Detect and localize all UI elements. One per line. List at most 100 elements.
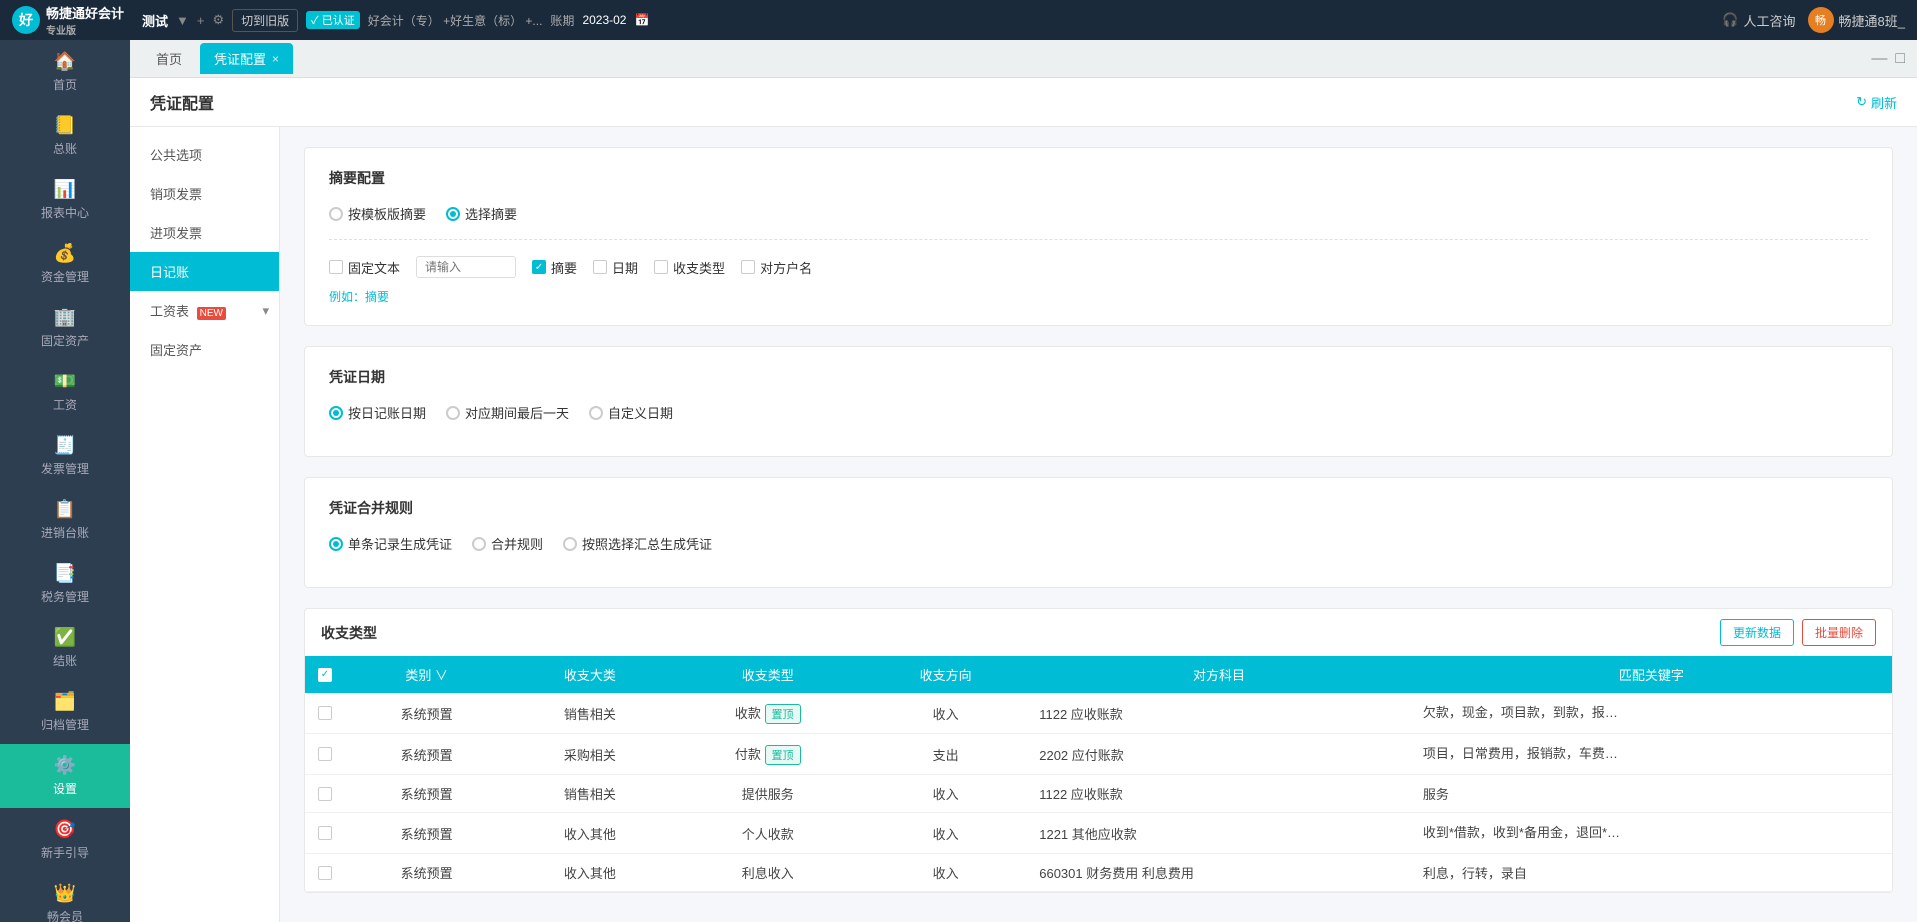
tab-close-icon[interactable]: × [272, 52, 279, 66]
row-keywords: 欠款，现金，项目款，到款，报销款，汇入，... [1411, 693, 1892, 734]
radio-circle-merge [472, 537, 486, 551]
row-checkbox[interactable] [305, 854, 345, 892]
topbar-right: 🎧 人工咨询 畅 畅捷通8班_ [1722, 7, 1905, 33]
sidebar-item-salary[interactable]: 💵 工资 [0, 360, 130, 424]
config-layout: 公共选项 销项发票 进项发票 日记账 工资表 NEW ▾ 固定资产 摘要配置 [130, 127, 1917, 922]
refresh-button[interactable]: ↻ 刷新 [1856, 93, 1897, 124]
sidebar-item-finance[interactable]: 💰 资金管理 [0, 232, 130, 296]
sidebar-item-guide[interactable]: 🎯 新手引导 [0, 808, 130, 872]
summary-checkbox-row: 固定文本 ✓ 摘要 日期 收支类型 [329, 256, 1868, 278]
tab-voucher-config[interactable]: 凭证配置 × [200, 43, 293, 74]
radio-aggregate[interactable]: 按照选择汇总生成凭证 [563, 534, 712, 553]
row-checkbox[interactable] [305, 693, 345, 734]
maximize-button[interactable]: □ [1895, 50, 1905, 68]
headset-icon: 🎧 [1722, 12, 1738, 28]
checkbox-counterparty[interactable]: 对方户名 [741, 258, 812, 277]
radio-merge-rule[interactable]: 合并规则 [472, 534, 543, 553]
checkbox-box-summary: ✓ [532, 260, 546, 274]
row-direction: 收入 [864, 693, 1027, 734]
sidebar-item-home[interactable]: 🏠 首页 [0, 40, 130, 104]
left-nav: 公共选项 销项发票 进项发票 日记账 工资表 NEW ▾ 固定资产 [130, 127, 280, 922]
nav-item-journal[interactable]: 日记账 [130, 252, 279, 291]
table-row: 系统预置 销售相关 收款 置顶 收入 1122 应收账款 欠款，现金，项目款，到… [305, 693, 1892, 734]
row-direction: 收入 [864, 775, 1027, 813]
period-value: 2023-02 [582, 13, 626, 27]
logo-icon: 好 [12, 6, 40, 34]
radio-circle-template [329, 207, 343, 221]
sidebar-item-vip[interactable]: 👑 畅会员 [0, 872, 130, 922]
invoice-icon: 🧾 [54, 435, 76, 456]
radio-custom-date[interactable]: 自定义日期 [589, 403, 673, 422]
merge-radio-group: 单条记录生成凭证 合并规则 按照选择汇总生成凭证 [329, 534, 1868, 553]
sidebar-label-purchase: 进销台账 [41, 524, 89, 541]
row-checkbox[interactable] [305, 775, 345, 813]
sidebar-item-reports[interactable]: 📊 报表中心 [0, 168, 130, 232]
checkbox-box-counterparty [741, 260, 755, 274]
tab-home[interactable]: 首页 [142, 43, 196, 74]
radio-journal-date[interactable]: 按日记账日期 [329, 403, 426, 422]
radio-circle-journal-date [329, 406, 343, 420]
user-menu[interactable]: 畅 畅捷通8班_ [1808, 7, 1905, 33]
row-keywords: 利息，行转，录自 [1411, 854, 1892, 892]
radio-period-last-day[interactable]: 对应期间最后一天 [446, 403, 569, 422]
new-badge: NEW [197, 307, 226, 320]
th-checkbox[interactable]: ✓ [305, 656, 345, 693]
ledger-icon: 📒 [54, 115, 76, 136]
tab-label-voucher: 凭证配置 [214, 49, 266, 68]
row-type: 个人收款 [672, 813, 864, 854]
company-name: 测试 [142, 11, 168, 30]
checkbox-date[interactable]: 日期 [593, 258, 638, 277]
update-data-button[interactable]: 更新数据 [1720, 619, 1794, 646]
radio-select-summary[interactable]: 选择摘要 [446, 204, 517, 223]
period-label: 账期 [550, 12, 574, 29]
tax-icon: 📑 [54, 563, 76, 584]
divider-1 [329, 239, 1868, 240]
topbar-center: 测试 ▼ + ⚙ 切到旧版 ✓ 已认证 好会计（专） +好生意（标） +... … [142, 9, 1722, 32]
fixed-text-input[interactable] [416, 256, 516, 278]
sidebar-item-close[interactable]: ✅ 结账 [0, 616, 130, 680]
minimize-button[interactable]: — [1871, 50, 1887, 68]
sidebar-label-archive: 归档管理 [41, 716, 89, 733]
chevron-down-icon: ▾ [262, 303, 269, 319]
row-category: 系统预置 [345, 854, 508, 892]
summary-section: 摘要配置 按模板版摘要 选择摘要 [304, 147, 1893, 326]
sidebar-item-ledger[interactable]: 📒 总账 [0, 104, 130, 168]
gear-icon[interactable]: ⚙ [212, 12, 224, 28]
sidebar-item-assets[interactable]: 🏢 固定资产 [0, 296, 130, 360]
batch-delete-button[interactable]: 批量删除 [1802, 619, 1876, 646]
nav-item-purchase-invoice[interactable]: 进项发票 [130, 213, 279, 252]
sidebar-item-tax[interactable]: 📑 税务管理 [0, 552, 130, 616]
summary-title: 摘要配置 [329, 168, 1868, 188]
row-account: 1221 其他应收款 [1027, 813, 1411, 854]
nav-item-payroll[interactable]: 工资表 NEW ▾ [130, 291, 279, 330]
sidebar-item-settings[interactable]: ⚙️ 设置 [0, 744, 130, 808]
row-checkbox[interactable] [305, 734, 345, 775]
radio-single-record[interactable]: 单条记录生成凭证 [329, 534, 452, 553]
calendar-icon[interactable]: 📅 [634, 13, 649, 27]
row-keywords: 服务 [1411, 775, 1892, 813]
checkbox-summary[interactable]: ✓ 摘要 [532, 258, 577, 277]
nav-item-sales-invoice[interactable]: 销项发票 [130, 174, 279, 213]
main-area: 首页 凭证配置 × — □ 凭证配置 ↻ 刷新 公共选项 销项发票 进项发票 [130, 40, 1917, 922]
dropdown-icon[interactable]: ▼ [176, 13, 189, 28]
checkbox-fixed-text[interactable]: 固定文本 [329, 258, 400, 277]
switch-version-button[interactable]: 切到旧版 [232, 9, 298, 32]
plus-icon[interactable]: + [197, 13, 205, 28]
username: 畅捷通8班_ [1839, 11, 1905, 30]
checkbox-income-type[interactable]: 收支类型 [654, 258, 725, 277]
customer-service[interactable]: 🎧 人工咨询 [1722, 11, 1795, 30]
row-type: 利息收入 [672, 854, 864, 892]
nav-item-fixed-assets[interactable]: 固定资产 [130, 330, 279, 369]
customer-service-label: 人工咨询 [1744, 11, 1796, 30]
sidebar-item-invoice[interactable]: 🧾 发票管理 [0, 424, 130, 488]
row-account: 2202 应付账款 [1027, 734, 1411, 775]
sidebar-item-archive[interactable]: 🗂️ 归档管理 [0, 680, 130, 744]
sidebar-item-purchase[interactable]: 📋 进销台账 [0, 488, 130, 552]
row-checkbox[interactable] [305, 813, 345, 854]
th-category: 类别 ∨ [345, 656, 508, 693]
row-direction: 收入 [864, 854, 1027, 892]
nav-item-public[interactable]: 公共选项 [130, 135, 279, 174]
select-all-checkbox[interactable]: ✓ [318, 668, 332, 682]
table-actions: 更新数据 批量删除 [1720, 619, 1876, 646]
radio-template-summary[interactable]: 按模板版摘要 [329, 204, 426, 223]
